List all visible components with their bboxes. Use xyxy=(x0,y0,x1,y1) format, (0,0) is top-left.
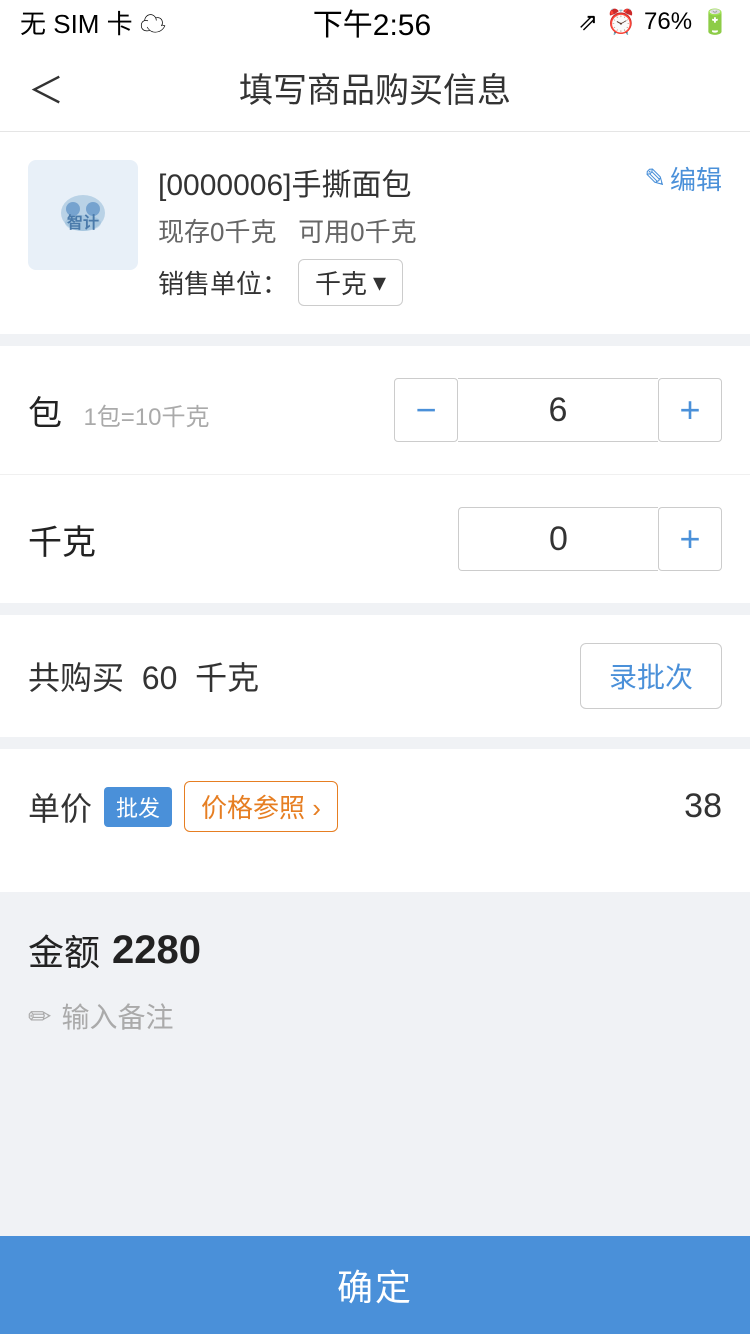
minus-button-bag[interactable]: − xyxy=(394,378,458,442)
price-section: 单价 批发 价格参照 › 38 xyxy=(0,749,750,892)
unit-select[interactable]: 千克 ▾ xyxy=(298,259,403,306)
unit-value: 千克 xyxy=(315,264,367,301)
price-label: 单价 xyxy=(28,784,92,830)
page-title: 填写商品购买信息 xyxy=(239,63,511,112)
price-left: 单价 批发 价格参照 › xyxy=(28,781,338,832)
qty-input-kg[interactable] xyxy=(458,507,658,571)
content-spacer xyxy=(0,1056,750,1236)
remark-placeholder: 输入备注 xyxy=(61,996,173,1036)
unit-label: 销售单位： xyxy=(158,264,288,301)
pencil-icon: ✏ xyxy=(28,1000,51,1033)
status-time: 下午2:56 xyxy=(313,0,431,44)
product-logo-icon: 智计 xyxy=(53,185,113,245)
batch-button[interactable]: 录批次 xyxy=(580,643,722,709)
qty-label-bag: 包 1包=10千克 xyxy=(28,386,394,435)
product-title: 手撕面包 xyxy=(291,169,411,202)
price-ref-button[interactable]: 价格参照 › xyxy=(184,781,338,832)
price-value: 38 xyxy=(684,787,722,826)
total-amount: 60 xyxy=(142,660,178,696)
total-text: 共购买 60 千克 xyxy=(28,653,259,699)
amount-section: 金额 2280 ✏ 输入备注 xyxy=(0,892,750,1056)
qty-hint-bag: 1包=10千克 xyxy=(83,404,209,431)
alarm-icon: ⏰ xyxy=(606,8,636,37)
total-unit: 千克 xyxy=(195,660,259,696)
qty-controls-kg: + xyxy=(458,507,722,571)
edit-button[interactable]: ✎ 编辑 xyxy=(644,160,722,197)
total-row: 共购买 60 千克 录批次 xyxy=(0,615,750,737)
edit-label: 编辑 xyxy=(670,160,722,197)
quantity-section: 包 1包=10千克 − + 千克 + xyxy=(0,346,750,603)
remark-row[interactable]: ✏ 输入备注 xyxy=(28,996,722,1036)
batch-tag: 批发 xyxy=(104,787,172,827)
amount-row: 金额 2280 xyxy=(28,924,722,976)
amount-value: 2280 xyxy=(112,928,201,973)
qty-row-bag: 包 1包=10千克 − + xyxy=(0,346,750,475)
product-thumbnail: 智计 xyxy=(28,160,138,270)
confirm-button[interactable]: 确定 xyxy=(0,1236,750,1334)
qty-row-kg: 千克 + xyxy=(0,475,750,603)
battery-level: 76% xyxy=(644,8,692,36)
back-button[interactable]: ＜ xyxy=(28,62,64,114)
sim-status: 无 SIM 卡 ☁ xyxy=(20,4,166,41)
product-info: [0000006]手撕面包 ✎ 编辑 现存0千克 可用0千克 销售单位： 千克 … xyxy=(158,160,722,306)
stock-available: 可用0千克 xyxy=(298,217,416,247)
nav-bar: ＜ 填写商品购买信息 xyxy=(0,44,750,132)
chevron-down-icon: ▾ xyxy=(373,267,386,298)
qty-controls-bag: − + xyxy=(394,378,722,442)
product-card: 智计 [0000006]手撕面包 ✎ 编辑 现存0千克 可用0千克 销售单位： … xyxy=(0,132,750,334)
amount-label: 金额 xyxy=(28,924,100,976)
battery-icon: 🔋 xyxy=(700,8,730,37)
product-unit-row: 销售单位： 千克 ▾ xyxy=(158,259,722,306)
edit-icon: ✎ xyxy=(644,163,666,194)
product-code: [0000006] xyxy=(158,169,291,202)
svg-text:智计: 智计 xyxy=(67,213,99,232)
product-name: [0000006]手撕面包 xyxy=(158,160,644,204)
stock-current: 现存0千克 xyxy=(158,217,276,247)
location-icon: ⇗ xyxy=(578,8,598,37)
plus-button-kg[interactable]: + xyxy=(658,507,722,571)
status-bar: 无 SIM 卡 ☁ 下午2:56 ⇗ ⏰ 76% 🔋 xyxy=(0,0,750,44)
plus-button-bag[interactable]: + xyxy=(658,378,722,442)
qty-input-bag[interactable] xyxy=(458,378,658,442)
qty-label-kg: 千克 xyxy=(28,515,458,564)
price-row: 单价 批发 价格参照 › 38 xyxy=(28,781,722,832)
status-right: ⇗ ⏰ 76% 🔋 xyxy=(578,8,730,37)
status-left: 无 SIM 卡 ☁ xyxy=(20,4,166,41)
back-icon: ＜ xyxy=(28,70,64,111)
product-stock: 现存0千克 可用0千克 xyxy=(158,212,722,249)
product-header: [0000006]手撕面包 ✎ 编辑 xyxy=(158,160,722,204)
